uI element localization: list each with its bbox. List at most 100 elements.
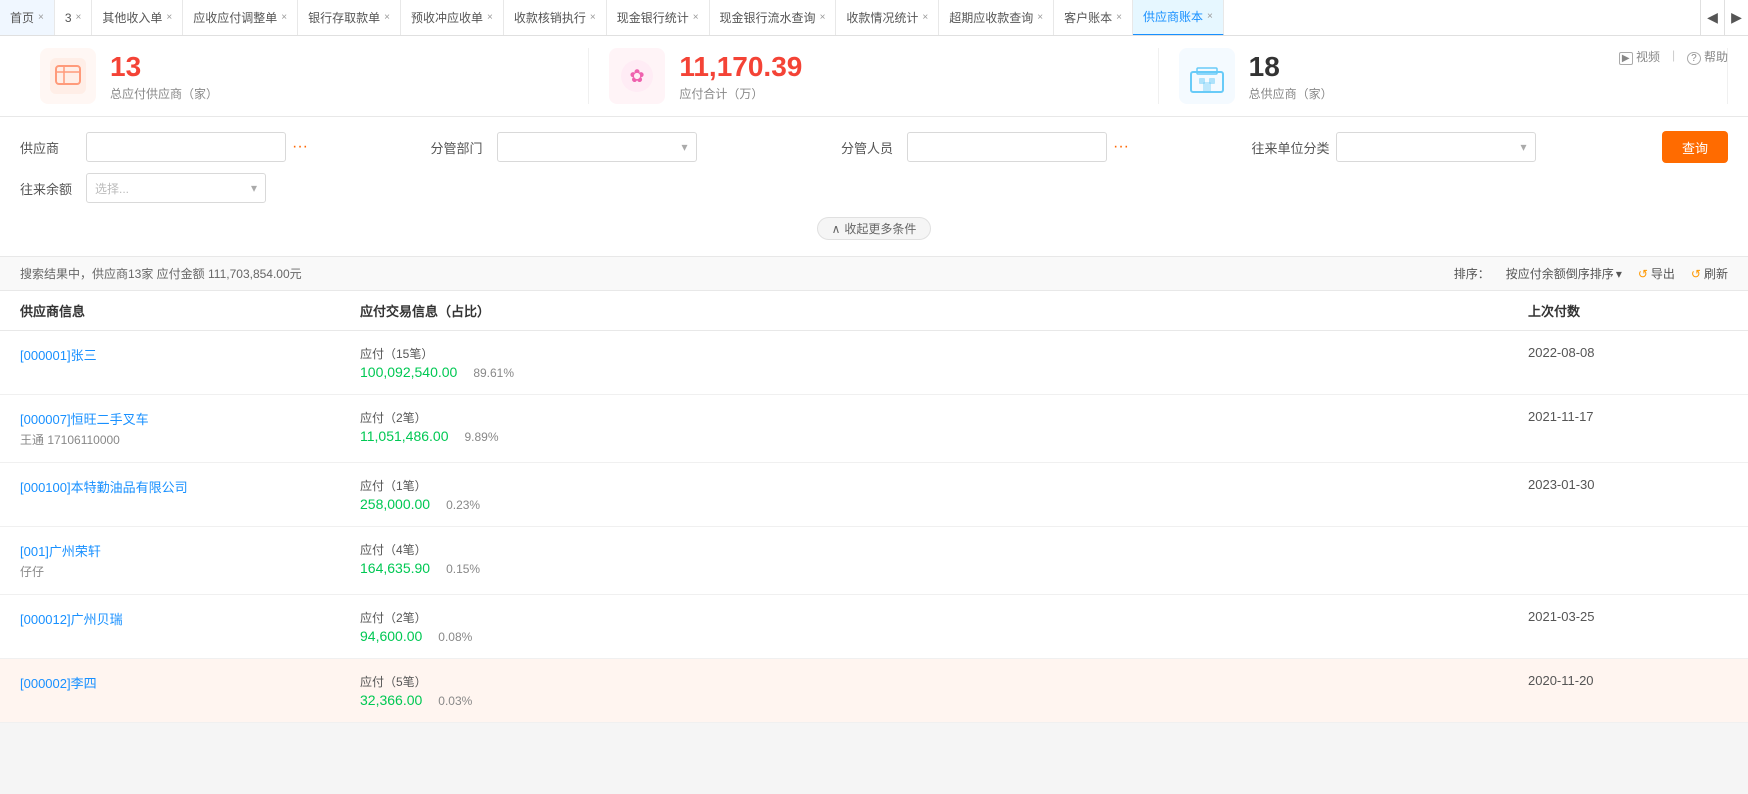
row-1-trans-amount[interactable]: 11,051,486.00 xyxy=(360,428,449,444)
nav-tab-cash-bank-stat-close[interactable]: × xyxy=(693,12,699,23)
nav-tab-home[interactable]: 首页 × xyxy=(0,0,55,36)
row-3-trans-percent: 0.15% xyxy=(446,562,480,576)
nav-tab-bank-deposit-close[interactable]: × xyxy=(384,12,390,23)
stat-video-link[interactable]: ▶ 视频 xyxy=(1619,48,1660,65)
nav-tab-other-income[interactable]: 其他收入单 × xyxy=(92,0,183,36)
row-5-trans-row: 32,366.00 0.03% xyxy=(360,692,1528,708)
row-3-transaction: 应付（4笔） 164,635.90 0.15% xyxy=(360,541,1528,576)
collapse-label: 收起更多条件 xyxy=(844,220,916,237)
row-2-supplier-name[interactable]: [000100]本特勤油品有限公司 xyxy=(20,477,360,496)
nav-tab-cash-bank-flow-close[interactable]: × xyxy=(820,12,826,23)
stat-total-suppliers-info: 18 总供应商（家） xyxy=(1249,50,1333,103)
nav-arrow-left[interactable]: ◀ xyxy=(1700,0,1724,36)
table-row: [000001]张三 应付（15笔） 100,092,540.00 89.61%… xyxy=(0,331,1748,395)
row-4-supplier-name[interactable]: [000012]广州贝瑞 xyxy=(20,609,360,628)
row-0-lastpay: 2022-08-08 xyxy=(1528,345,1728,360)
table-header: 供应商信息 应付交易信息（占比） 上次付数 xyxy=(0,291,1748,331)
sort-button[interactable]: 按应付余额倒序排序 ▾ xyxy=(1506,265,1622,282)
nav-tab-overdue-ar-close[interactable]: × xyxy=(1037,12,1043,23)
nav-tab-overdue-ar-label: 超期应收款查询 xyxy=(949,9,1033,26)
row-1-supplier-sub: 王通 17106110000 xyxy=(20,431,360,448)
row-2-trans-row: 258,000.00 0.23% xyxy=(360,496,1528,512)
nav-tab-3[interactable]: 3 × xyxy=(55,0,93,36)
stat-help-link[interactable]: ? 帮助 xyxy=(1687,48,1728,65)
nav-tab-other-income-close[interactable]: × xyxy=(166,12,172,23)
row-1-supplier-name[interactable]: [000007]恒旺二手叉车 xyxy=(20,409,360,428)
row-3-supplier-name[interactable]: [001]广州荣轩 xyxy=(20,541,360,560)
svg-text:✿: ✿ xyxy=(630,66,645,86)
filter-balance-select[interactable]: 选择... ▾ xyxy=(86,173,266,203)
nav-tab-cash-bank-flow[interactable]: 现金银行流水查询 × xyxy=(710,0,837,36)
nav-tab-bank-deposit[interactable]: 银行存取款单 × xyxy=(298,0,401,36)
stat-total-suppliers-label: 总供应商（家） xyxy=(1249,85,1333,102)
filter-supplier: 供应商 ··· xyxy=(20,132,415,162)
row-5-trans-info: 应付（5笔） 32,366.00 0.03% xyxy=(360,673,1528,708)
row-5-trans-amount[interactable]: 32,366.00 xyxy=(360,692,422,708)
row-5-trans-percent: 0.03% xyxy=(438,694,472,708)
collapse-button[interactable]: ∧ 收起更多条件 xyxy=(817,217,932,240)
sort-arrow-icon: ▾ xyxy=(1616,267,1622,281)
nav-arrows: ◀ ▶ xyxy=(1700,0,1748,36)
nav-tab-overdue-ar[interactable]: 超期应收款查询 × xyxy=(939,0,1054,36)
nav-tab-receipt-stat-close[interactable]: × xyxy=(922,12,928,23)
row-4-transaction: 应付（2笔） 94,600.00 0.08% xyxy=(360,609,1528,644)
filter-category-select[interactable]: ▾ xyxy=(1336,132,1536,162)
row-3-supplier-sub: 仔仔 xyxy=(20,563,360,580)
row-2-trans-amount[interactable]: 258,000.00 xyxy=(360,496,430,512)
filter-category: 往来单位分类 ▾ xyxy=(1252,132,1647,162)
nav-tab-prepay-ar[interactable]: 预收冲应收单 × xyxy=(401,0,504,36)
nav-tab-customer-ledger[interactable]: 客户账本 × xyxy=(1054,0,1133,36)
row-0-trans-amount[interactable]: 100,092,540.00 xyxy=(360,364,457,380)
nav-tab-prepay-ar-label: 预收冲应收单 xyxy=(411,9,483,26)
nav-tab-supplier-ledger-close[interactable]: × xyxy=(1207,11,1213,22)
row-0-transaction: 应付（15笔） 100,092,540.00 89.61% xyxy=(360,345,1528,380)
filter-supplier-input[interactable] xyxy=(86,132,286,162)
export-button[interactable]: ↺ 导出 xyxy=(1638,265,1675,282)
row-2-trans-info: 应付（1笔） 258,000.00 0.23% xyxy=(360,477,1528,512)
nav-tab-customer-ledger-label: 客户账本 xyxy=(1064,9,1112,26)
nav-tab-ar-ap-adjust-close[interactable]: × xyxy=(281,12,287,23)
row-1-trans-type: 应付（2笔） xyxy=(360,409,1528,426)
row-0-trans-percent: 89.61% xyxy=(473,366,514,380)
row-5-trans-type: 应付（5笔） xyxy=(360,673,1528,690)
nav-tab-customer-ledger-close[interactable]: × xyxy=(1116,12,1122,23)
filter-dept-select[interactable]: ▾ xyxy=(497,132,697,162)
row-2-transaction: 应付（1笔） 258,000.00 0.23% xyxy=(360,477,1528,512)
row-3-trans-amount[interactable]: 164,635.90 xyxy=(360,560,430,576)
stat-supplier-payable-label: 总应付供应商（家） xyxy=(110,85,218,102)
filter-balance-value: 选择... xyxy=(95,180,129,197)
refresh-label: 刷新 xyxy=(1704,265,1728,282)
nav-tab-cash-bank-flow-label: 现金银行流水查询 xyxy=(720,9,816,26)
filter-person: 分管人员 ··· xyxy=(841,132,1236,162)
nav-tab-prepay-ar-close[interactable]: × xyxy=(487,12,493,23)
row-4-lastpay: 2021-03-25 xyxy=(1528,609,1728,624)
row-2-supplier: [000100]本特勤油品有限公司 xyxy=(20,477,360,496)
stats-bar: 13 总应付供应商（家） ✿ 11,170.39 应付合计（万） xyxy=(0,36,1748,117)
search-button[interactable]: 查询 xyxy=(1662,131,1728,163)
row-5-supplier-name[interactable]: [000002]李四 xyxy=(20,673,360,692)
row-4-trans-amount[interactable]: 94,600.00 xyxy=(360,628,422,644)
nav-tab-receipt-verify[interactable]: 收款核销执行 × xyxy=(504,0,607,36)
nav-tab-supplier-ledger[interactable]: 供应商账本 × xyxy=(1133,0,1224,36)
refresh-button[interactable]: ↺ 刷新 xyxy=(1691,265,1728,282)
filter-person-input[interactable] xyxy=(907,132,1107,162)
nav-tab-3-close[interactable]: × xyxy=(76,12,82,23)
row-0-trans-info: 应付（15笔） 100,092,540.00 89.61% xyxy=(360,345,1528,380)
nav-tab-receipt-verify-close[interactable]: × xyxy=(590,12,596,23)
nav-tab-cash-bank-stat[interactable]: 现金银行统计 × xyxy=(607,0,710,36)
nav-tab-home-close[interactable]: × xyxy=(38,12,44,23)
nav-tab-receipt-stat[interactable]: 收款情况统计 × xyxy=(836,0,939,36)
stat-actions: ▶ 视频 | ? 帮助 xyxy=(1619,48,1728,65)
row-5-transaction: 应付（5笔） 32,366.00 0.03% xyxy=(360,673,1528,708)
top-navigation: 首页 × 3 × 其他收入单 × 应收应付调整单 × 银行存取款单 × 预收冲应… xyxy=(0,0,1748,36)
nav-tab-receipt-stat-label: 收款情况统计 xyxy=(846,9,918,26)
row-1-lastpay: 2021-11-17 xyxy=(1528,409,1728,424)
filter-category-arrow: ▾ xyxy=(1520,140,1526,154)
nav-arrow-right[interactable]: ▶ xyxy=(1724,0,1748,36)
row-0-supplier-name[interactable]: [000001]张三 xyxy=(20,345,360,364)
filter-supplier-dots[interactable]: ··· xyxy=(292,138,308,156)
row-4-trans-row: 94,600.00 0.08% xyxy=(360,628,1528,644)
row-4-trans-percent: 0.08% xyxy=(438,630,472,644)
nav-tab-ar-ap-adjust[interactable]: 应收应付调整单 × xyxy=(183,0,298,36)
filter-person-dots[interactable]: ··· xyxy=(1113,138,1129,156)
